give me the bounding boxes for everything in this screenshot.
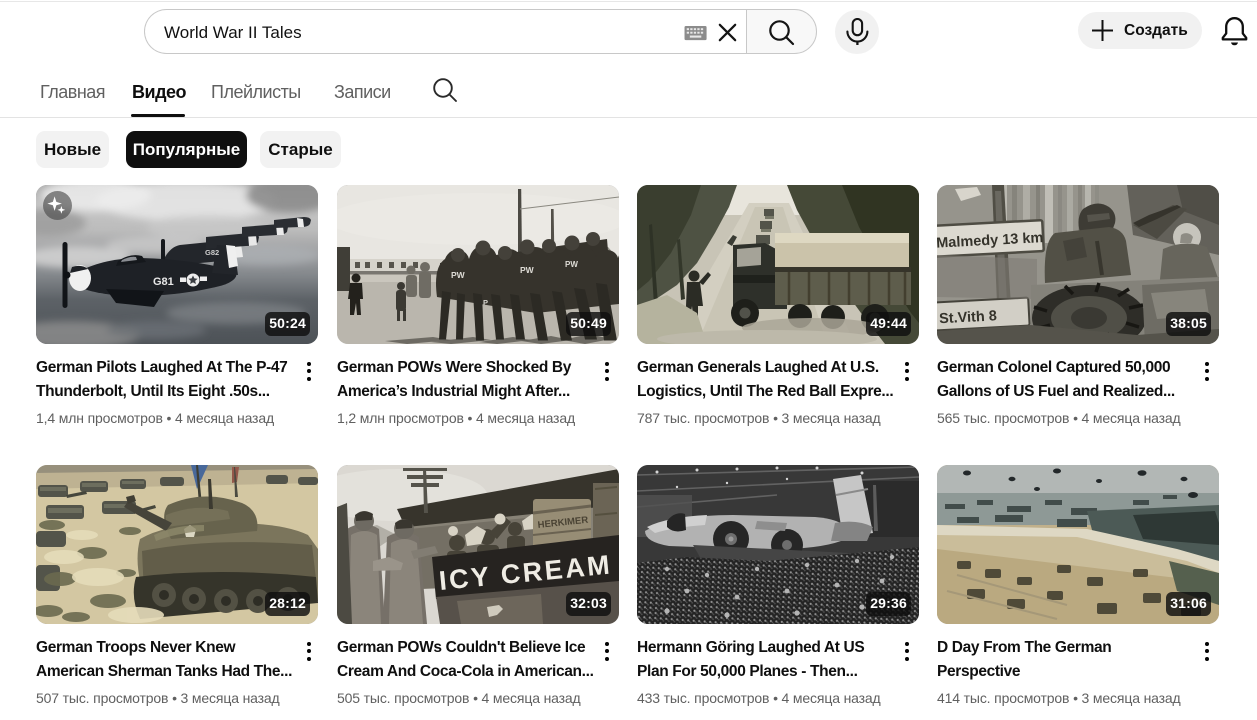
svg-text:PW: PW — [451, 270, 466, 280]
svg-text:G81: G81 — [153, 276, 174, 288]
svg-text:G82: G82 — [205, 248, 219, 257]
svg-text:PW: PW — [520, 265, 535, 275]
svg-text:St.Vith 8: St.Vith 8 — [939, 308, 998, 327]
svg-text:P: P — [483, 298, 488, 307]
svg-text:PW: PW — [565, 260, 578, 269]
